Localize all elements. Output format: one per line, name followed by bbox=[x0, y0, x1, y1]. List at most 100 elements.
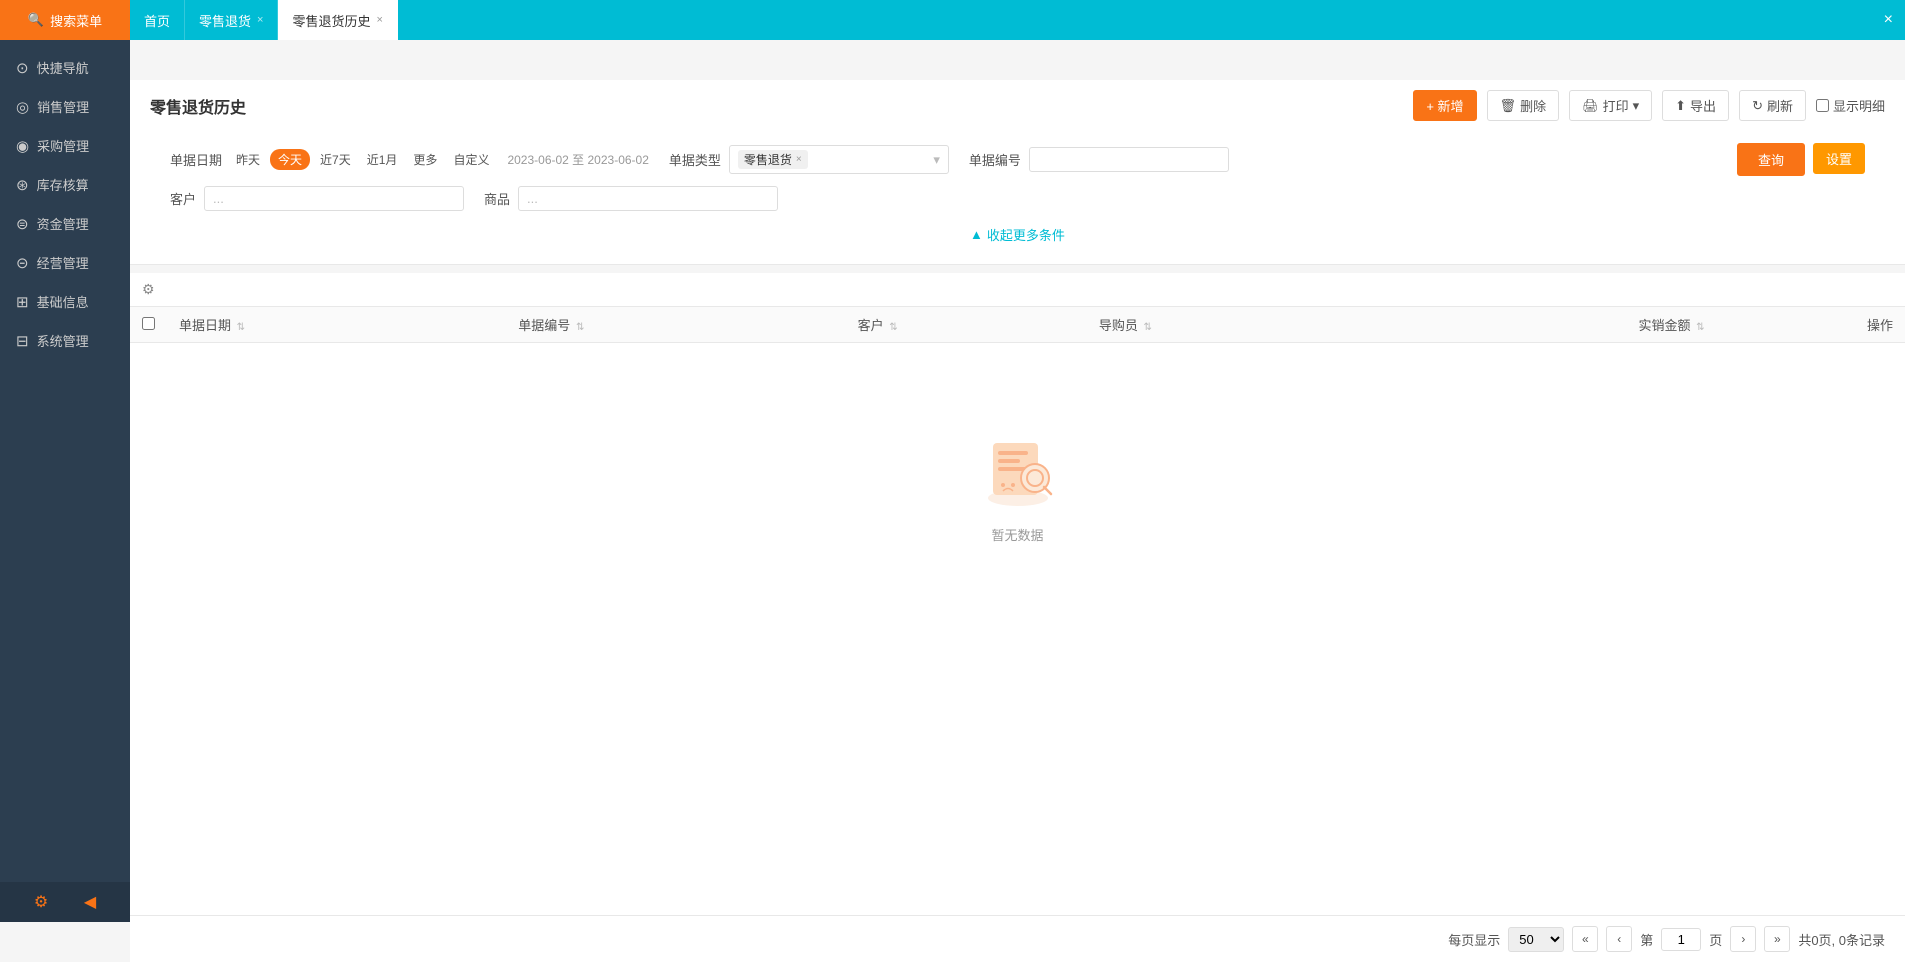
select-all-cell bbox=[130, 307, 167, 343]
export-icon: ⬆ bbox=[1675, 98, 1686, 114]
data-table: 单据日期 ⇅ 单据编号 ⇅ 客户 ⇅ 导购员 ⇅ bbox=[130, 307, 1905, 343]
date-btn-more[interactable]: 更多 bbox=[407, 149, 443, 170]
col-customer: 客户 ⇅ bbox=[846, 307, 1087, 343]
empty-text: 暂无数据 bbox=[991, 525, 1043, 544]
doc-type-select[interactable]: 零售退货 × ▾ bbox=[729, 145, 949, 174]
show-detail-input[interactable] bbox=[1816, 99, 1829, 112]
col-amount-sort-icon[interactable]: ⇅ bbox=[1696, 322, 1704, 333]
date-buttons: 昨天 今天 近7天 近1月 更多 自定义 bbox=[230, 149, 495, 170]
col-action: 操作 bbox=[1716, 307, 1905, 343]
quick-nav-icon: ⊙ bbox=[16, 59, 29, 77]
delete-button[interactable]: 🗑 删除 bbox=[1487, 90, 1560, 121]
collapse-button[interactable]: ▲ 收起更多条件 bbox=[958, 221, 1077, 248]
query-button[interactable]: 查询 bbox=[1737, 143, 1805, 176]
sales-icon: ◎ bbox=[16, 98, 29, 116]
pagination: 每页显示 50 100 200 « ‹ 第 1 页 › » 共0页, 0条记录 bbox=[130, 915, 1905, 962]
page-number-input[interactable]: 1 bbox=[1661, 928, 1701, 951]
date-btn-7days[interactable]: 近7天 bbox=[314, 149, 357, 170]
page-size-select[interactable]: 50 100 200 bbox=[1508, 927, 1564, 952]
doc-number-label: 单据编号 bbox=[969, 150, 1021, 169]
doc-number-filter-group: 单据编号 bbox=[969, 147, 1229, 172]
tab-retail-return-history-close[interactable]: × bbox=[376, 14, 382, 26]
print-button[interactable]: 🖨 打印 ▾ bbox=[1569, 90, 1652, 121]
tab-retail-return[interactable]: 零售退货 × bbox=[185, 0, 278, 40]
date-range-display: 2023-06-02 至 2023-06-02 bbox=[507, 151, 648, 168]
goods-filter-group: 商品 ... bbox=[484, 186, 778, 211]
next-page-button[interactable]: › bbox=[1730, 926, 1756, 952]
date-btn-yesterday[interactable]: 昨天 bbox=[230, 149, 266, 170]
col-date-sort-icon[interactable]: ⇅ bbox=[237, 322, 245, 333]
date-btn-1month[interactable]: 近1月 bbox=[361, 149, 404, 170]
refresh-button[interactable]: ↻ 刷新 bbox=[1739, 90, 1806, 121]
header-actions: + 新增 🗑 删除 🖨 打印 ▾ ⬆ 导出 ↻ 刷新 bbox=[1413, 90, 1885, 121]
basic-info-icon: ⊞ bbox=[16, 293, 29, 311]
date-filter-label: 单据日期 bbox=[170, 150, 222, 169]
settings-bottom-icon[interactable]: ⚙ bbox=[34, 892, 48, 912]
collapse-sidebar-icon[interactable]: ◀ bbox=[84, 892, 96, 912]
doc-type-tag-close[interactable]: × bbox=[796, 154, 802, 165]
show-detail-checkbox[interactable]: 显示明细 bbox=[1816, 96, 1885, 115]
top-bar: 首页 零售退货 × 零售退货历史 × × bbox=[0, 0, 1905, 40]
print-icon: 🖨 bbox=[1582, 98, 1599, 114]
sidebar-item-operations[interactable]: ⊝ 经营管理 bbox=[0, 243, 130, 282]
operations-icon: ⊝ bbox=[16, 254, 29, 272]
settings-button[interactable]: 设置 bbox=[1813, 143, 1865, 174]
goods-select[interactable]: ... bbox=[518, 186, 778, 211]
inventory-icon: ⊛ bbox=[16, 176, 29, 194]
doc-type-tag: 零售退货 × bbox=[738, 150, 808, 169]
new-button[interactable]: + 新增 bbox=[1413, 90, 1476, 121]
col-amount-label: 实销金额 bbox=[1638, 318, 1690, 333]
sidebar-search[interactable]: 🔍 搜索菜单 bbox=[0, 0, 130, 40]
col-guide: 导购员 ⇅ bbox=[1087, 307, 1377, 343]
page-header: 零售退货历史 + 新增 🗑 删除 🖨 打印 ▾ ⬆ 导出 ↻ bbox=[130, 80, 1905, 265]
table-container: ⚙ 单据日期 ⇅ 单据编号 ⇅ 客户 bbox=[130, 273, 1905, 915]
page-size-label: 每页显示 bbox=[1448, 930, 1500, 949]
tab-retail-return-history[interactable]: 零售退货历史 × bbox=[278, 0, 397, 40]
total-pages-text: 共0页, 0条记录 bbox=[1798, 930, 1885, 949]
table-header: 单据日期 ⇅ 单据编号 ⇅ 客户 ⇅ 导购员 ⇅ bbox=[130, 307, 1905, 343]
sidebar-item-purchase[interactable]: ◉ 采购管理 bbox=[0, 126, 130, 165]
last-page-button[interactable]: » bbox=[1764, 926, 1790, 952]
prev-page-button[interactable]: ‹ bbox=[1606, 926, 1632, 952]
sidebar-item-sales[interactable]: ◎ 销售管理 bbox=[0, 87, 130, 126]
tab-home-label: 首页 bbox=[144, 11, 170, 30]
table-settings-icon[interactable]: ⚙ bbox=[142, 281, 155, 298]
first-page-button[interactable]: « bbox=[1572, 926, 1598, 952]
sidebar-nav: ⊙ 快捷导航 ◎ 销售管理 ◉ 采购管理 ⊛ 库存核算 ⊜ 资金管理 ⊝ 经营管… bbox=[0, 40, 130, 882]
col-number-sort-icon[interactable]: ⇅ bbox=[576, 322, 584, 333]
col-amount: 实销金额 ⇅ bbox=[1377, 307, 1716, 343]
sidebar-item-finance[interactable]: ⊜ 资金管理 bbox=[0, 204, 130, 243]
delete-icon: 🗑 bbox=[1500, 98, 1517, 114]
export-button[interactable]: ⬆ 导出 bbox=[1662, 90, 1729, 121]
sidebar-item-inventory[interactable]: ⊛ 库存核算 bbox=[0, 165, 130, 204]
print-label: 打印 bbox=[1603, 96, 1629, 115]
export-label: 导出 bbox=[1690, 96, 1716, 115]
doc-type-label: 单据类型 bbox=[669, 150, 721, 169]
date-btn-today[interactable]: 今天 bbox=[270, 149, 310, 170]
col-number-label: 单据编号 bbox=[518, 318, 570, 333]
col-date: 单据日期 ⇅ bbox=[167, 307, 506, 343]
select-all-checkbox[interactable] bbox=[142, 317, 155, 330]
col-customer-label: 客户 bbox=[858, 318, 884, 333]
date-btn-custom[interactable]: 自定义 bbox=[447, 149, 495, 170]
doc-type-chevron-icon: ▾ bbox=[933, 152, 940, 168]
empty-icon bbox=[973, 423, 1063, 513]
sidebar-item-quick-nav[interactable]: ⊙ 快捷导航 bbox=[0, 48, 130, 87]
col-customer-sort-icon[interactable]: ⇅ bbox=[889, 322, 897, 333]
tab-retail-return-label: 零售退货 bbox=[199, 11, 251, 30]
sidebar-item-system[interactable]: ⊟ 系统管理 bbox=[0, 321, 130, 360]
page-title-row: 零售退货历史 + 新增 🗑 删除 🖨 打印 ▾ ⬆ 导出 ↻ bbox=[150, 90, 1885, 121]
tab-retail-return-close[interactable]: × bbox=[257, 14, 263, 26]
customer-select[interactable]: ... bbox=[204, 186, 464, 211]
refresh-label: 刷新 bbox=[1767, 96, 1793, 115]
customer-filter-group: 客户 ... bbox=[170, 186, 464, 211]
doc-type-filter-group: 单据类型 零售退货 × ▾ bbox=[669, 145, 949, 174]
tab-home[interactable]: 首页 bbox=[130, 0, 185, 40]
sidebar-item-basic-info[interactable]: ⊞ 基础信息 bbox=[0, 282, 130, 321]
page-text: 第 bbox=[1640, 930, 1653, 949]
window-close-icon[interactable]: × bbox=[1884, 11, 1893, 29]
sidebar-item-label: 库存核算 bbox=[37, 175, 89, 194]
col-guide-sort-icon[interactable]: ⇅ bbox=[1144, 322, 1152, 333]
doc-type-tag-value: 零售退货 bbox=[744, 151, 792, 168]
doc-number-input[interactable] bbox=[1029, 147, 1229, 172]
